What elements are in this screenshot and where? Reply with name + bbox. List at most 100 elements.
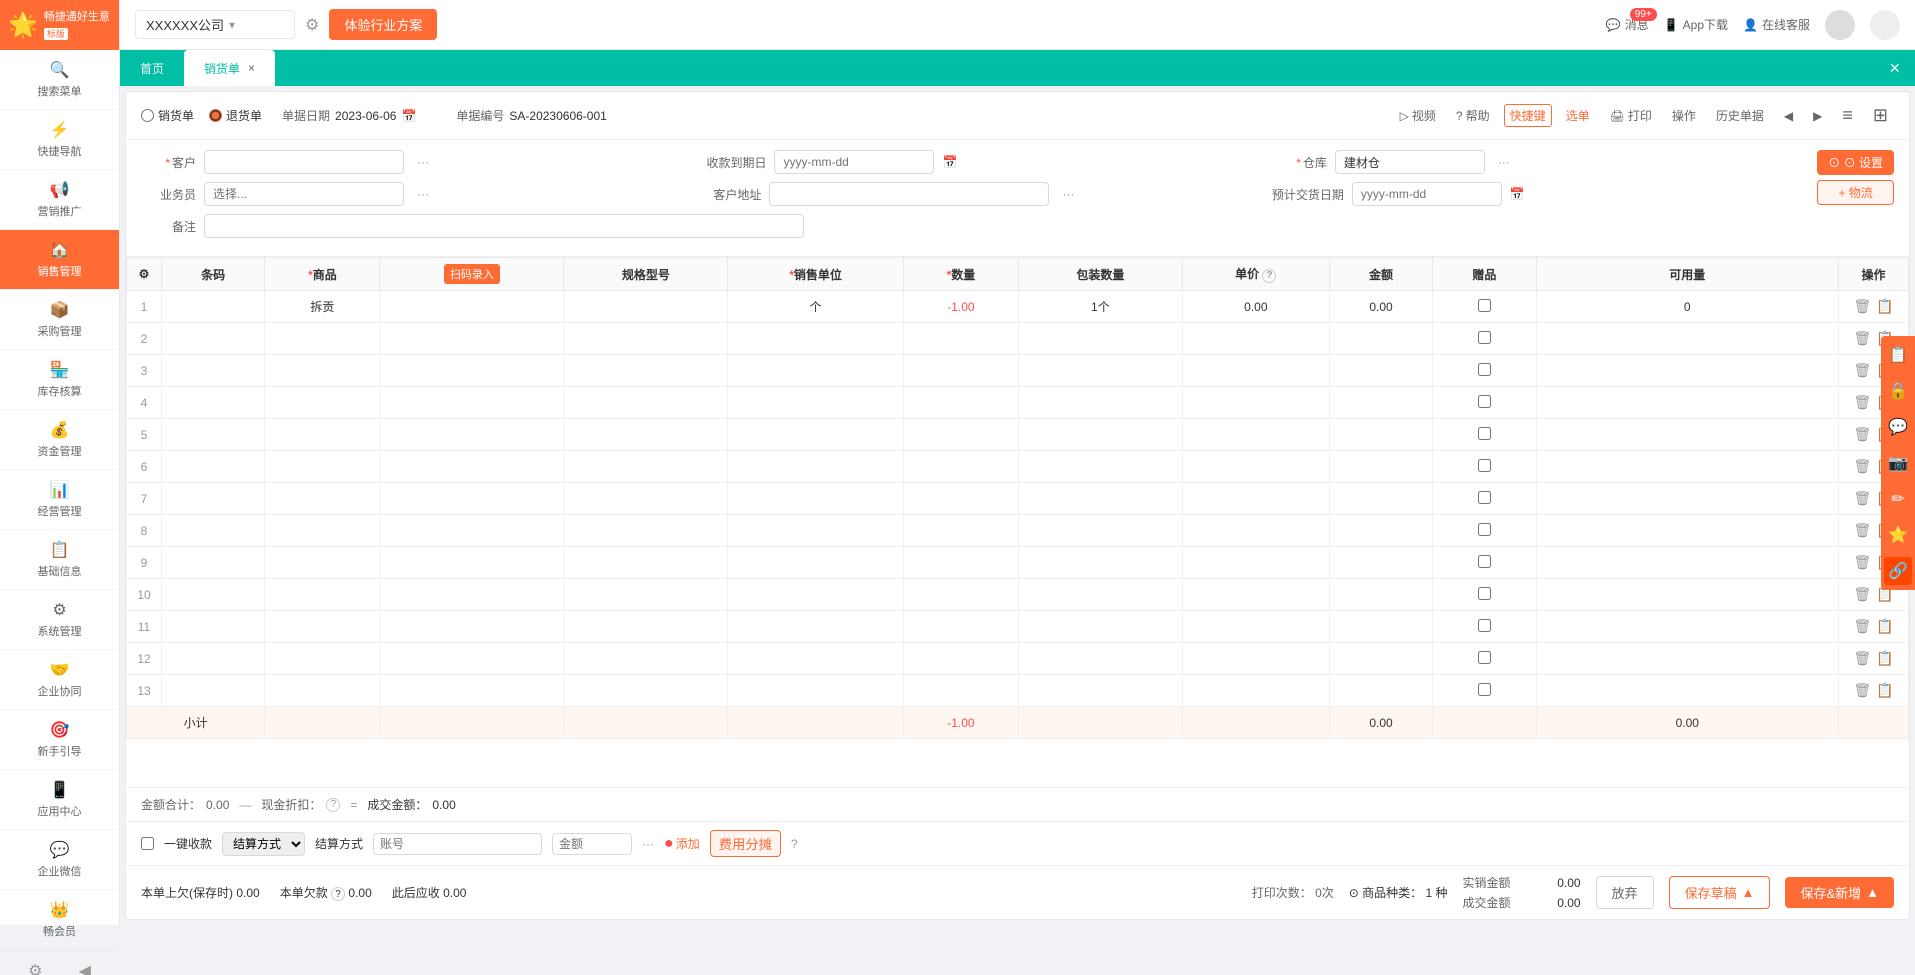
payment-account-input[interactable]	[373, 833, 542, 855]
gift-checkbox[interactable]	[1478, 555, 1491, 568]
customer-addr-input[interactable]	[769, 182, 1049, 206]
grid-view-btn[interactable]: ⊞	[1867, 102, 1894, 129]
delete-icon[interactable]: 🗑	[1853, 586, 1871, 603]
gift-checkbox[interactable]	[1478, 331, 1491, 344]
row-barcode[interactable]	[162, 291, 265, 323]
delete-icon[interactable]: 🗑	[1853, 618, 1871, 635]
delete-icon[interactable]: 🗑	[1853, 330, 1871, 347]
delete-icon[interactable]: 🗑	[1853, 458, 1871, 475]
price-help-icon[interactable]: ?	[1262, 269, 1276, 283]
panel-icon-3[interactable]: 💬	[1884, 413, 1912, 441]
salesman-more-icon[interactable]: ···	[417, 187, 429, 201]
sidebar-item-app[interactable]: 📱 应用中心	[0, 770, 119, 830]
warehouse-more-icon[interactable]: ···	[1498, 155, 1510, 169]
copy-icon[interactable]: 📋	[1876, 618, 1893, 635]
date-calendar-icon[interactable]: 📅	[401, 109, 416, 123]
gift-checkbox[interactable]	[1478, 683, 1491, 696]
gift-checkbox[interactable]	[1478, 651, 1491, 664]
sidebar-item-search[interactable]: 🔍 搜索菜单	[0, 50, 119, 110]
logistics-button[interactable]: + 物流	[1817, 180, 1894, 205]
delete-icon[interactable]: 🗑	[1853, 394, 1871, 411]
nav-prev-btn[interactable]: ◀	[1778, 106, 1799, 126]
gift-checkbox[interactable]	[1478, 491, 1491, 504]
sidebar-item-purchase[interactable]: 📦 采购管理	[0, 290, 119, 350]
panel-icon-7[interactable]: 🔗	[1884, 557, 1912, 585]
row-unit[interactable]: 个	[728, 291, 904, 323]
sidebar-item-basics[interactable]: 📋 基础信息	[0, 530, 119, 590]
delete-icon[interactable]: 🗑	[1853, 298, 1871, 315]
video-btn[interactable]: ▷ 视频	[1394, 104, 1442, 127]
abandon-button[interactable]: 放弃	[1596, 876, 1654, 909]
return-order-radio[interactable]: 退货单	[209, 107, 262, 124]
one-click-payment-checkbox[interactable]	[141, 837, 154, 850]
save-draft-button[interactable]: 保存草稿 ▲	[1669, 876, 1771, 909]
sidebar-item-marketing[interactable]: 📢 营销推广	[0, 170, 119, 230]
expected-delivery-calendar-icon[interactable]: 📅	[1510, 187, 1525, 201]
gift-checkbox[interactable]	[1478, 459, 1491, 472]
sidebar-item-finance[interactable]: 💰 资金管理	[0, 410, 119, 470]
sidebar-item-system[interactable]: ⚙ 系统管理	[0, 590, 119, 650]
tab-sales-order[interactable]: 销货单 ×	[184, 50, 275, 86]
row-pkg-qty[interactable]: 1个	[1018, 291, 1182, 323]
payment-amount-input[interactable]	[552, 833, 632, 855]
delete-icon[interactable]: 🗑	[1853, 426, 1871, 443]
operate-btn[interactable]: 操作	[1666, 104, 1702, 127]
expected-delivery-input[interactable]	[1352, 182, 1502, 206]
copy-icon[interactable]: 📋	[1876, 650, 1893, 667]
gift-checkbox[interactable]	[1478, 299, 1491, 312]
tab-home[interactable]: 首页	[120, 50, 184, 86]
warehouse-input[interactable]	[1335, 150, 1485, 174]
sale-order-radio[interactable]: 销货单	[141, 107, 194, 124]
close-all-tabs-icon[interactable]: ×	[1874, 58, 1915, 79]
owed-help-icon[interactable]: ?	[331, 887, 345, 901]
message-button[interactable]: 💬 消息 99+	[1606, 16, 1649, 33]
row-product[interactable]: 拆贡	[265, 291, 380, 323]
copy-icon[interactable]: 📋	[1876, 682, 1893, 699]
discount-help-icon[interactable]: ?	[326, 798, 340, 812]
scan-button[interactable]: 扫码录入	[444, 264, 500, 284]
table-container[interactable]: ⚙ 条码 *商品 扫码录入 规格型号 *销售单位 *数量 包装数量 单价 ? 金…	[126, 257, 1909, 787]
user-avatar[interactable]	[1825, 10, 1855, 40]
gift-checkbox[interactable]	[1478, 395, 1491, 408]
addr-more-icon[interactable]: ···	[1062, 187, 1074, 201]
trial-button[interactable]: 体验行业方案	[329, 9, 437, 40]
payment-due-input[interactable]	[774, 150, 934, 174]
sidebar-item-guide[interactable]: 🎯 新手引导	[0, 710, 119, 770]
help-btn[interactable]: ? 帮助	[1450, 104, 1496, 127]
choose-btn[interactable]: 选单	[1560, 104, 1596, 127]
customer-input[interactable]	[204, 150, 404, 174]
shortcut-btn[interactable]: 快捷键	[1504, 104, 1552, 127]
list-view-btn[interactable]: ≡	[1836, 102, 1859, 129]
delete-icon[interactable]: 🗑	[1853, 490, 1871, 507]
row-amount[interactable]: 0.00	[1329, 291, 1432, 323]
settings-button[interactable]: ⊙ ⊙ 设置	[1817, 150, 1894, 175]
app-download-button[interactable]: 📱 App下载	[1664, 16, 1728, 33]
panel-icon-2[interactable]: 🔒	[1884, 377, 1912, 405]
gift-checkbox[interactable]	[1478, 587, 1491, 600]
col-settings[interactable]: ⚙	[127, 258, 162, 291]
sidebar-item-enterprise[interactable]: 🤝 企业协同	[0, 650, 119, 710]
customer-more-icon[interactable]: ···	[417, 155, 429, 169]
account-more-icon[interactable]: ···	[642, 837, 654, 851]
copy-icon[interactable]: 📋	[1876, 298, 1893, 315]
row-gift[interactable]	[1433, 291, 1536, 323]
nav-next-btn[interactable]: ▶	[1807, 106, 1828, 126]
panel-icon-1[interactable]: 📋	[1884, 341, 1912, 369]
row-price[interactable]: 0.00	[1182, 291, 1329, 323]
panel-icon-4[interactable]: 📷	[1884, 449, 1912, 477]
sidebar-item-operations[interactable]: 📊 经营管理	[0, 470, 119, 530]
delete-icon[interactable]: 🗑	[1853, 554, 1871, 571]
sidebar-item-inventory[interactable]: 🏪 库存核算	[0, 350, 119, 410]
salesman-input[interactable]	[204, 182, 404, 206]
delete-icon[interactable]: 🗑	[1853, 650, 1871, 667]
sidebar-item-sales[interactable]: 🏠 销售管理	[0, 230, 119, 290]
online-service-button[interactable]: 👤 在线客服	[1743, 16, 1810, 33]
panel-icon-5[interactable]: ✏	[1884, 485, 1912, 513]
gift-checkbox[interactable]	[1478, 427, 1491, 440]
row-spec[interactable]	[564, 291, 728, 323]
gift-checkbox[interactable]	[1478, 523, 1491, 536]
payment-method-select[interactable]: 结算方式	[222, 832, 305, 856]
payment-due-calendar-icon[interactable]: 📅	[942, 155, 957, 169]
sidebar-item-quick-nav[interactable]: ⚡ 快捷导航	[0, 110, 119, 170]
user-settings-avatar[interactable]	[1870, 10, 1900, 40]
